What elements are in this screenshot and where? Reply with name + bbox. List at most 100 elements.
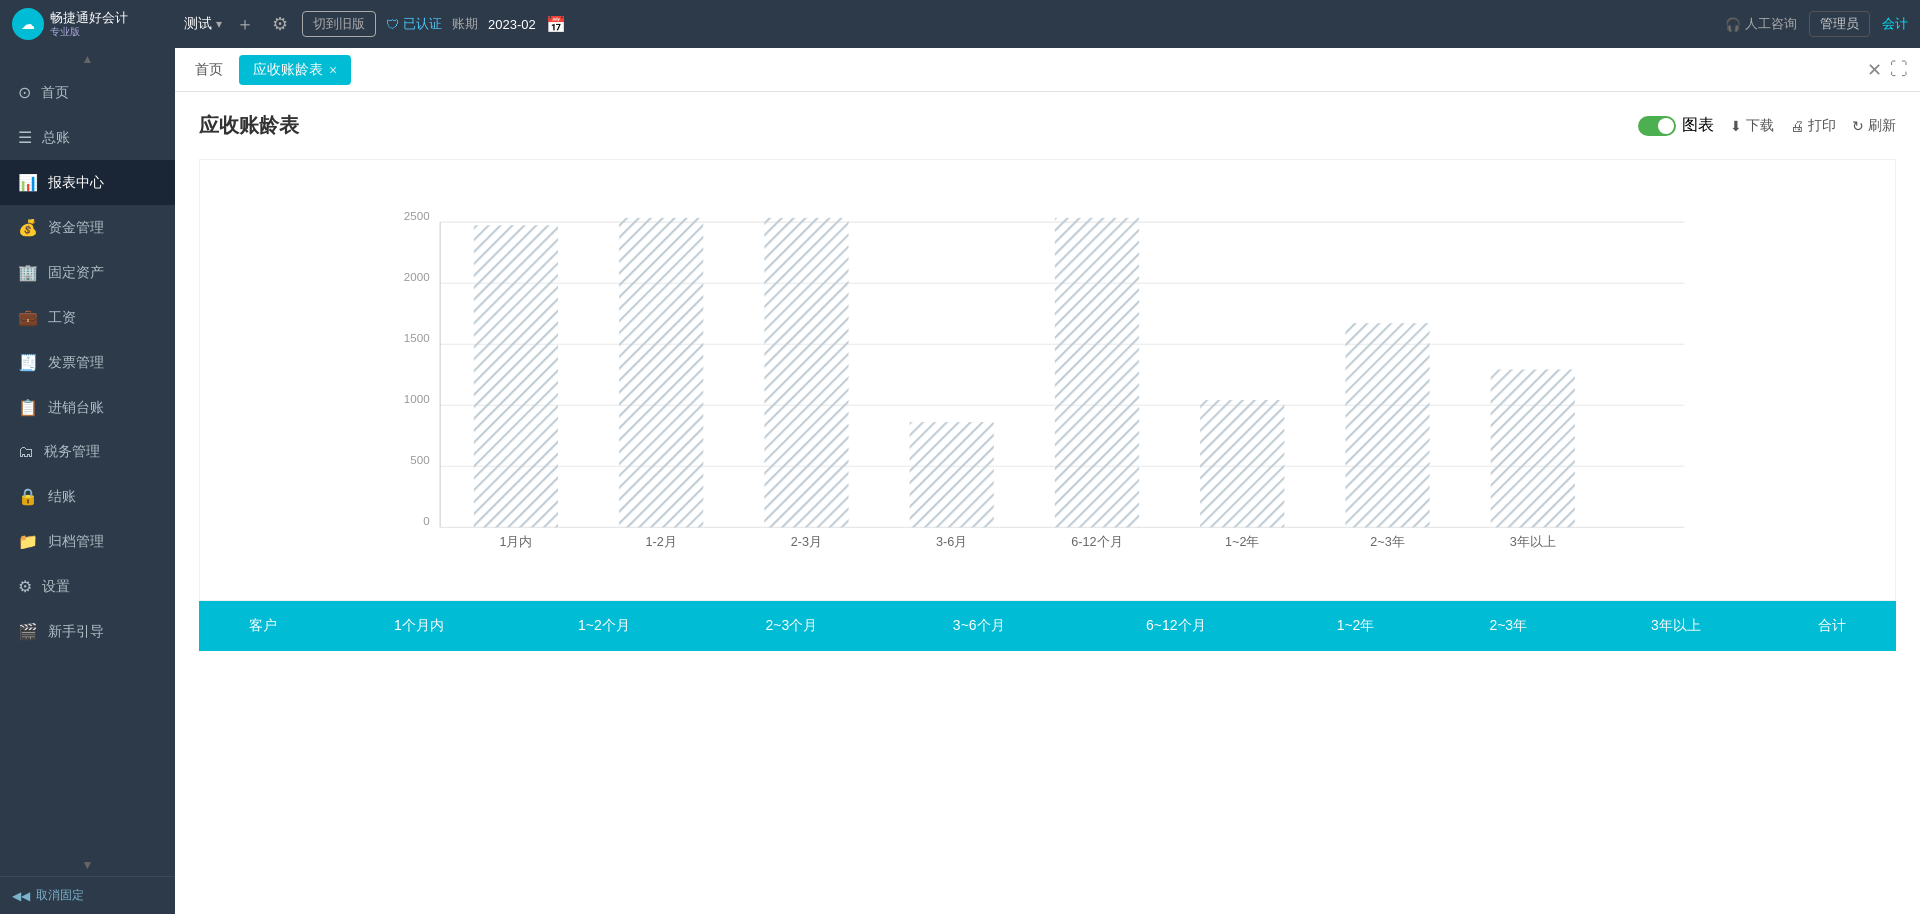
- sidebar-item-settings[interactable]: ⚙ 设置: [0, 564, 175, 609]
- sidebar-item-funds[interactable]: 💰 资金管理: [0, 205, 175, 250]
- invoice-icon: 🧾: [18, 353, 38, 372]
- tab-accounts-receivable[interactable]: 应收账龄表 ×: [239, 55, 351, 85]
- logo-area: ☁ 畅捷通好会计 专业版: [12, 8, 172, 40]
- support-button[interactable]: 🎧 人工咨询: [1725, 15, 1797, 33]
- unpin-button[interactable]: ◀◀ 取消固定: [12, 887, 84, 904]
- sidebar-item-guide[interactable]: 🎬 新手引导: [0, 609, 175, 654]
- ledger-icon: ☰: [18, 128, 32, 147]
- switch-version-button[interactable]: 切到旧版: [302, 11, 376, 37]
- col-header-1-2y: 1~2年: [1279, 601, 1432, 651]
- sidebar-footer: ◀◀ 取消固定: [0, 876, 175, 914]
- col-header-2-3y: 2~3年: [1432, 601, 1585, 651]
- svg-text:1~2年: 1~2年: [1225, 535, 1259, 549]
- scroll-down-arrow[interactable]: ▼: [0, 854, 175, 876]
- headphone-icon: 🎧: [1725, 17, 1741, 32]
- header-main: 测试 ▾ ＋ ⚙ 切到旧版 🛡 已认证 账期 2023-02 📅: [184, 8, 1713, 40]
- header-right: 🎧 人工咨询 管理员 会计: [1725, 11, 1908, 37]
- expand-button[interactable]: ⛶: [1890, 59, 1908, 81]
- sidebar-item-close[interactable]: 🔒 结账: [0, 474, 175, 519]
- download-icon: ⬇: [1730, 118, 1742, 134]
- logo-icon: ☁: [12, 8, 44, 40]
- tab-close-button[interactable]: ×: [329, 63, 337, 77]
- period-value: 2023-02: [488, 17, 536, 32]
- funds-icon: 💰: [18, 218, 38, 237]
- sidebar-item-archive[interactable]: 📁 归档管理: [0, 519, 175, 564]
- settings-nav-icon: ⚙: [18, 577, 32, 596]
- logo-text: 畅捷通好会计 专业版: [50, 10, 128, 38]
- table-header: 客户 1个月内 1~2个月 2~3个月 3~6个月 6~12个月 1~2年 2~…: [199, 601, 1896, 651]
- role-button[interactable]: 会计: [1882, 15, 1908, 33]
- svg-text:6-12个月: 6-12个月: [1071, 535, 1122, 549]
- report-container: 应收账龄表 图表 ⬇ 下载 🖨 打印: [175, 92, 1920, 914]
- col-header-3-6m: 3~6个月: [885, 601, 1072, 651]
- col-header-2-3m: 2~3个月: [698, 601, 885, 651]
- col-header-3y-plus: 3年以上: [1585, 601, 1768, 651]
- report-header: 应收账龄表 图表 ⬇ 下载 🖨 打印: [199, 112, 1896, 139]
- table-header-row: 客户 1个月内 1~2个月 2~3个月 3~6个月 6~12个月 1~2年 2~…: [199, 601, 1896, 651]
- print-icon: 🖨: [1790, 118, 1804, 134]
- bar-1-2月: [619, 218, 703, 527]
- tab-bar-right: ✕ ⛶: [1867, 59, 1908, 81]
- col-header-1m: 1个月内: [328, 601, 511, 651]
- guide-icon: 🎬: [18, 622, 38, 641]
- bar-2-3年: [1345, 323, 1429, 527]
- unpin-icon: ◀◀: [12, 889, 30, 903]
- chart-label: 图表: [1682, 115, 1714, 136]
- sidebar-item-reports[interactable]: 📊 报表中心: [0, 160, 175, 205]
- purchase-icon: 📋: [18, 398, 38, 417]
- accounts-receivable-table: 客户 1个月内 1~2个月 2~3个月 3~6个月 6~12个月 1~2年 2~…: [199, 601, 1896, 651]
- home-icon: ⊙: [18, 83, 31, 102]
- svg-text:2500: 2500: [404, 210, 430, 222]
- archive-icon: 📁: [18, 532, 38, 551]
- svg-text:2000: 2000: [404, 271, 430, 283]
- chart-svg-container: 0 500 1000 1500 2000 2500: [220, 180, 1875, 580]
- sidebar-item-invoice[interactable]: 🧾 发票管理: [0, 340, 175, 385]
- page-content: 应收账龄表 图表 ⬇ 下载 🖨 打印: [175, 92, 1920, 914]
- sidebar-item-salary[interactable]: 💼 工资: [0, 295, 175, 340]
- main-layout: ▲ ⊙ 首页 ☰ 总账 📊 报表中心 💰 资金管理 🏢 固定资产: [0, 48, 1920, 914]
- reports-icon: 📊: [18, 173, 38, 192]
- tax-icon: 🗂: [18, 443, 34, 461]
- bar-chart: 0 500 1000 1500 2000 2500: [220, 180, 1875, 580]
- col-header-total: 合计: [1767, 601, 1896, 651]
- close-accounts-icon: 🔒: [18, 487, 38, 506]
- svg-text:1-2月: 1-2月: [646, 535, 677, 549]
- content-area: 首页 应收账龄表 × ✕ ⛶ 应收账龄表 图表: [175, 48, 1920, 914]
- scroll-up-arrow[interactable]: ▲: [0, 48, 175, 70]
- sidebar-scroll: ⊙ 首页 ☰ 总账 📊 报表中心 💰 资金管理 🏢 固定资产 💼 工资: [0, 70, 175, 854]
- col-header-customer: 客户: [199, 601, 328, 651]
- svg-text:1500: 1500: [404, 332, 430, 344]
- period-label: 账期: [452, 15, 478, 33]
- col-header-6-12m: 6~12个月: [1072, 601, 1279, 651]
- svg-text:2~3年: 2~3年: [1370, 535, 1404, 549]
- download-button[interactable]: ⬇ 下载: [1730, 117, 1774, 135]
- tab-home[interactable]: 首页: [187, 61, 231, 79]
- salary-icon: 💼: [18, 308, 38, 327]
- chart-toggle-switch[interactable]: [1638, 116, 1676, 136]
- sidebar-item-home[interactable]: ⊙ 首页: [0, 70, 175, 115]
- bar-3-6月: [910, 422, 994, 527]
- user-button[interactable]: 管理员: [1809, 11, 1870, 37]
- sidebar-item-assets[interactable]: 🏢 固定资产: [0, 250, 175, 295]
- add-button[interactable]: ＋: [232, 8, 258, 40]
- calendar-icon[interactable]: 📅: [546, 15, 566, 34]
- report-title: 应收账龄表: [199, 112, 299, 139]
- report-actions: 图表 ⬇ 下载 🖨 打印 ↻ 刷新: [1638, 115, 1896, 136]
- data-table-wrapper: 客户 1个月内 1~2个月 2~3个月 3~6个月 6~12个月 1~2年 2~…: [199, 601, 1896, 651]
- svg-text:1000: 1000: [404, 393, 430, 405]
- assets-icon: 🏢: [18, 263, 38, 282]
- tab-bar: 首页 应收账龄表 × ✕ ⛶: [175, 48, 1920, 92]
- bar-6-12月: [1055, 218, 1139, 527]
- sidebar-item-ledger[interactable]: ☰ 总账: [0, 115, 175, 160]
- bar-2-3月: [764, 218, 848, 527]
- bar-3年以上: [1491, 369, 1575, 527]
- close-panel-button[interactable]: ✕: [1867, 59, 1882, 81]
- col-header-1-2m: 1~2个月: [510, 601, 697, 651]
- chevron-down-icon: ▾: [216, 17, 222, 31]
- sidebar-item-tax[interactable]: 🗂 税务管理: [0, 430, 175, 474]
- print-button[interactable]: 🖨 打印: [1790, 117, 1836, 135]
- company-selector[interactable]: 测试 ▾: [184, 15, 222, 33]
- settings-icon[interactable]: ⚙: [268, 9, 292, 39]
- sidebar-item-purchase[interactable]: 📋 进销台账: [0, 385, 175, 430]
- refresh-button[interactable]: ↻ 刷新: [1852, 117, 1896, 135]
